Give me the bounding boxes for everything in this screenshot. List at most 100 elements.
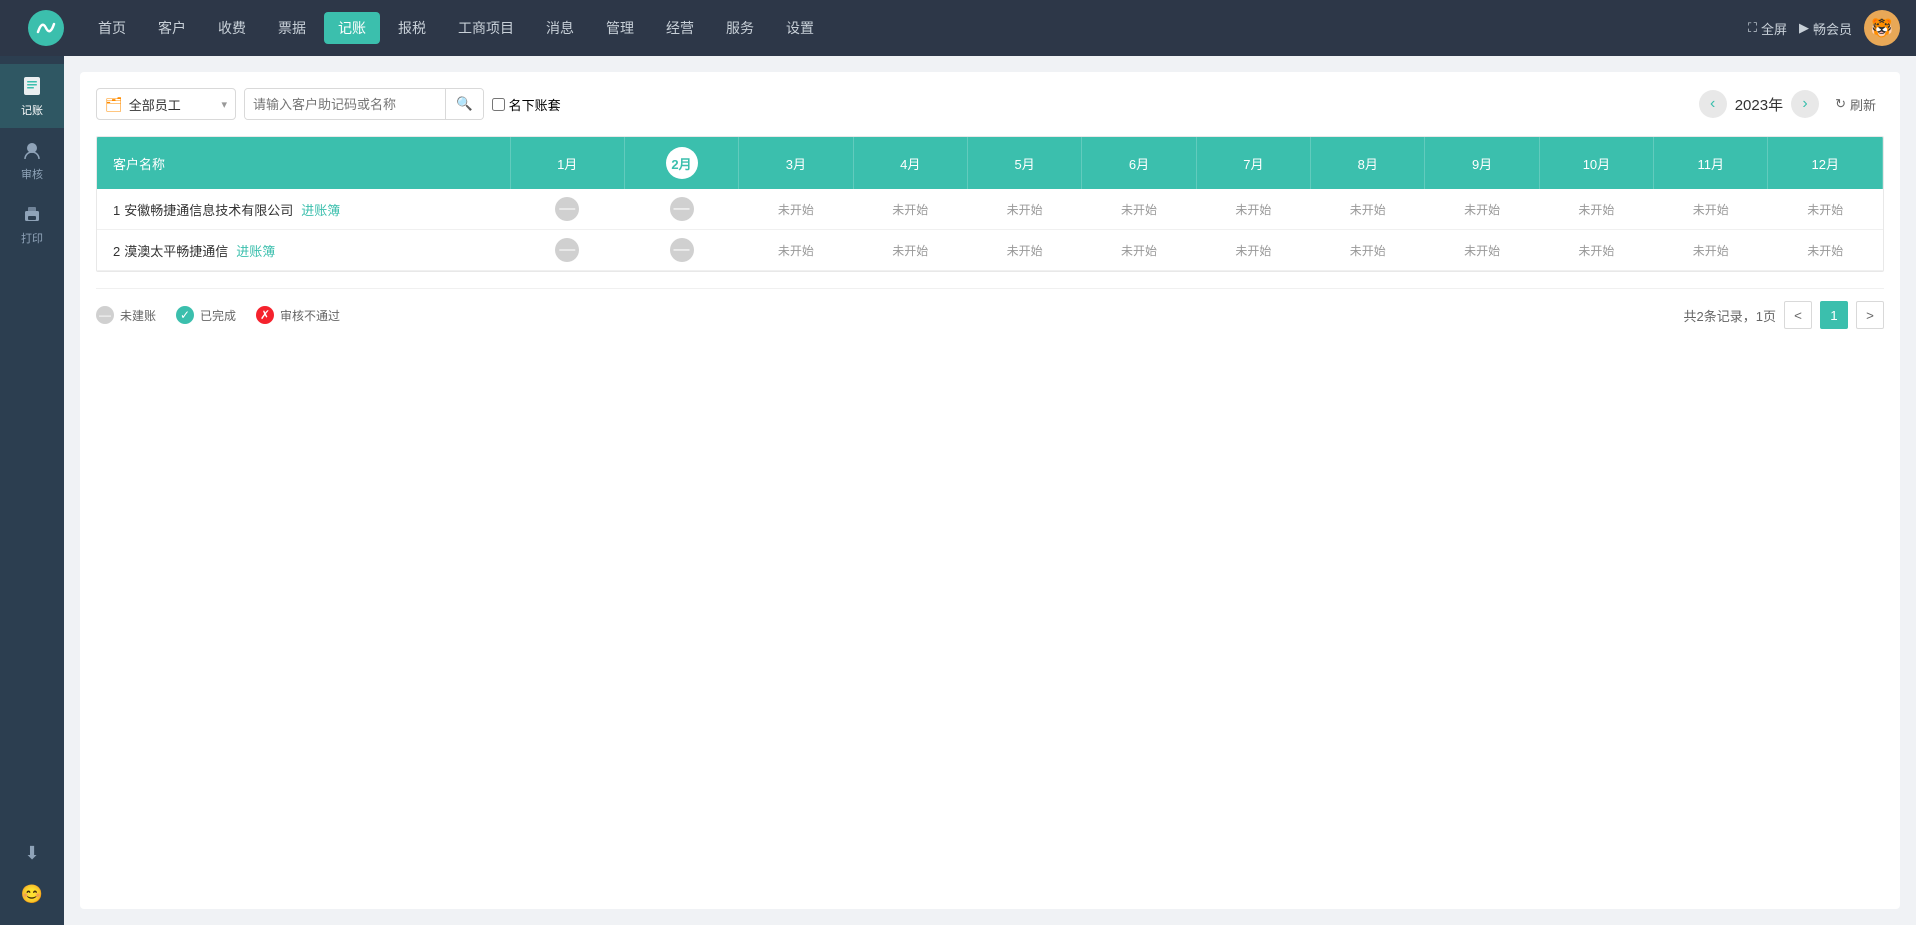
chevron-down-icon: ▾ [221, 98, 227, 111]
col-header-m10: 10月 [1539, 137, 1653, 189]
next-page-button[interactable]: > [1856, 301, 1884, 329]
nav-item-fee[interactable]: 收费 [204, 12, 260, 44]
content-area: 🗂 全部员工 ▾ 🔍 名下账套 ‹ 2023年 › [64, 56, 1916, 925]
legend-completed-label: 已完成 [200, 307, 236, 324]
next-year-button[interactable]: › [1791, 90, 1819, 118]
audit-icon [20, 138, 44, 162]
search-button[interactable]: 🔍 [445, 89, 483, 119]
table-row: 1安徽畅捷通信息技术有限公司进账簿——未开始未开始未开始未开始未开始未开始未开始… [97, 189, 1883, 230]
col-header-m12: 12月 [1768, 137, 1883, 189]
sidebar-bottom: ⬇ 😊 [0, 835, 64, 925]
status-circle[interactable]: — [670, 238, 694, 262]
status-not-started: 未开始 [1464, 244, 1500, 258]
employee-icon: 🗂 [105, 96, 123, 113]
month-cell-2[interactable]: — [624, 230, 738, 271]
nav-menu: 首页 客户 收费 票据 记账 报税 工商项目 消息 管理 经营 服务 设置 [84, 12, 1748, 44]
legend-not-created: — 未建账 [96, 306, 156, 324]
sidebar-item-bookkeeping[interactable]: 记账 [0, 64, 64, 128]
month-cell-8: 未开始 [1311, 230, 1425, 271]
enter-ledger-link[interactable]: 进账簿 [236, 244, 275, 259]
current-month-circle: 2月 [666, 147, 698, 179]
nav-item-business[interactable]: 工商项目 [444, 12, 528, 44]
account-table-wrap: 客户名称 1月 2月 3月 4月 5月 6月 7月 8月 9月 10月 11月 [96, 136, 1884, 272]
nav-item-manage[interactable]: 管理 [592, 12, 648, 44]
sidebar-item-audit[interactable]: 审核 [0, 128, 64, 192]
client-name-cell: 2漠澳太平畅捷通信进账簿 [97, 230, 510, 271]
nav-item-tax[interactable]: 报税 [384, 12, 440, 44]
status-not-started: 未开始 [1121, 244, 1157, 258]
legend-dot-grey: — [96, 306, 114, 324]
refresh-button[interactable]: ↻ 刷新 [1827, 91, 1884, 118]
col-header-m5: 5月 [967, 137, 1081, 189]
print-icon [20, 202, 44, 226]
status-not-started: 未开始 [1693, 203, 1729, 217]
checkbox-label: 名下账套 [509, 95, 561, 114]
month-cell-4: 未开始 [853, 230, 967, 271]
year-navigation: ‹ 2023年 › [1699, 90, 1819, 118]
sidebar-user-button[interactable]: 😊 [0, 876, 64, 913]
month-cell-7: 未开始 [1196, 189, 1310, 230]
nav-item-operation[interactable]: 经营 [652, 12, 708, 44]
enter-ledger-link[interactable]: 进账簿 [301, 203, 340, 218]
status-not-started: 未开始 [1235, 244, 1271, 258]
bookkeeping-icon [20, 74, 44, 98]
nav-item-service[interactable]: 服务 [712, 12, 768, 44]
nav-item-bookkeeping[interactable]: 记账 [324, 12, 380, 44]
content-card: 🗂 全部员工 ▾ 🔍 名下账套 ‹ 2023年 › [80, 72, 1900, 909]
refresh-icon: ↻ [1835, 96, 1846, 112]
status-circle[interactable]: — [555, 238, 579, 262]
member-button[interactable]: ▶ 畅会员 [1799, 19, 1852, 38]
nav-item-client[interactable]: 客户 [144, 12, 200, 44]
toolbar: 🗂 全部员工 ▾ 🔍 名下账套 ‹ 2023年 › [96, 88, 1884, 120]
member-label: 畅会员 [1813, 19, 1852, 38]
status-circle[interactable]: — [670, 197, 694, 221]
status-not-started: 未开始 [1350, 244, 1386, 258]
sidebar: 记账 审核 打印 ⬇ 😊 [0, 56, 64, 925]
my-accounts-checkbox[interactable] [492, 98, 505, 111]
status-not-started: 未开始 [1007, 244, 1043, 258]
table-row: 2漠澳太平畅捷通信进账簿——未开始未开始未开始未开始未开始未开始未开始未开始未开… [97, 230, 1883, 271]
checkbox-wrap[interactable]: 名下账套 [492, 95, 561, 114]
nav-item-settings[interactable]: 设置 [772, 12, 828, 44]
search-input[interactable] [245, 89, 445, 119]
month-cell-5: 未开始 [967, 189, 1081, 230]
month-cell-3: 未开始 [739, 230, 853, 271]
prev-year-button[interactable]: ‹ [1699, 90, 1727, 118]
status-not-started: 未开始 [1121, 203, 1157, 217]
prev-page-button[interactable]: < [1784, 301, 1812, 329]
month-cell-11: 未开始 [1654, 230, 1768, 271]
col-header-m1: 1月 [510, 137, 624, 189]
legend-dot-red: ✗ [256, 306, 274, 324]
nav-item-invoice[interactable]: 票据 [264, 12, 320, 44]
client-number: 2 [113, 244, 120, 259]
avatar[interactable]: 🐯 [1864, 10, 1900, 46]
page-1-button[interactable]: 1 [1820, 301, 1848, 329]
month-cell-1[interactable]: — [510, 230, 624, 271]
month-cell-1[interactable]: — [510, 189, 624, 230]
search-wrap: 🔍 [244, 88, 484, 120]
month-cell-3: 未开始 [739, 189, 853, 230]
legend-rejected: ✗ 审核不通过 [256, 306, 340, 324]
footer: — 未建账 ✓ 已完成 ✗ 审核不通过 [96, 288, 1884, 329]
status-not-started: 未开始 [1235, 203, 1271, 217]
col-header-m11: 11月 [1654, 137, 1768, 189]
fullscreen-button[interactable]: ⛶ 全屏 [1748, 19, 1787, 38]
client-name: 安徽畅捷通信息技术有限公司 [124, 203, 293, 218]
fullscreen-label: 全屏 [1761, 19, 1787, 38]
sidebar-bookkeeping-label: 记账 [21, 102, 43, 118]
month-cell-2[interactable]: — [624, 189, 738, 230]
status-circle[interactable]: — [555, 197, 579, 221]
sidebar-item-print[interactable]: 打印 [0, 192, 64, 256]
nav-item-home[interactable]: 首页 [84, 12, 140, 44]
sidebar-download-button[interactable]: ⬇ [0, 835, 64, 872]
legend-rejected-label: 审核不通过 [280, 307, 340, 324]
nav-item-message[interactable]: 消息 [532, 12, 588, 44]
col-header-m9: 9月 [1425, 137, 1539, 189]
pagination: 共2条记录，1页 < 1 > [1684, 301, 1884, 329]
account-table: 客户名称 1月 2月 3月 4月 5月 6月 7月 8月 9月 10月 11月 [97, 137, 1883, 271]
month-cell-8: 未开始 [1311, 189, 1425, 230]
status-not-started: 未开始 [1807, 203, 1843, 217]
col-header-name: 客户名称 [97, 137, 510, 189]
play-icon: ▶ [1799, 20, 1809, 36]
employee-select[interactable]: 🗂 全部员工 ▾ [96, 88, 236, 120]
